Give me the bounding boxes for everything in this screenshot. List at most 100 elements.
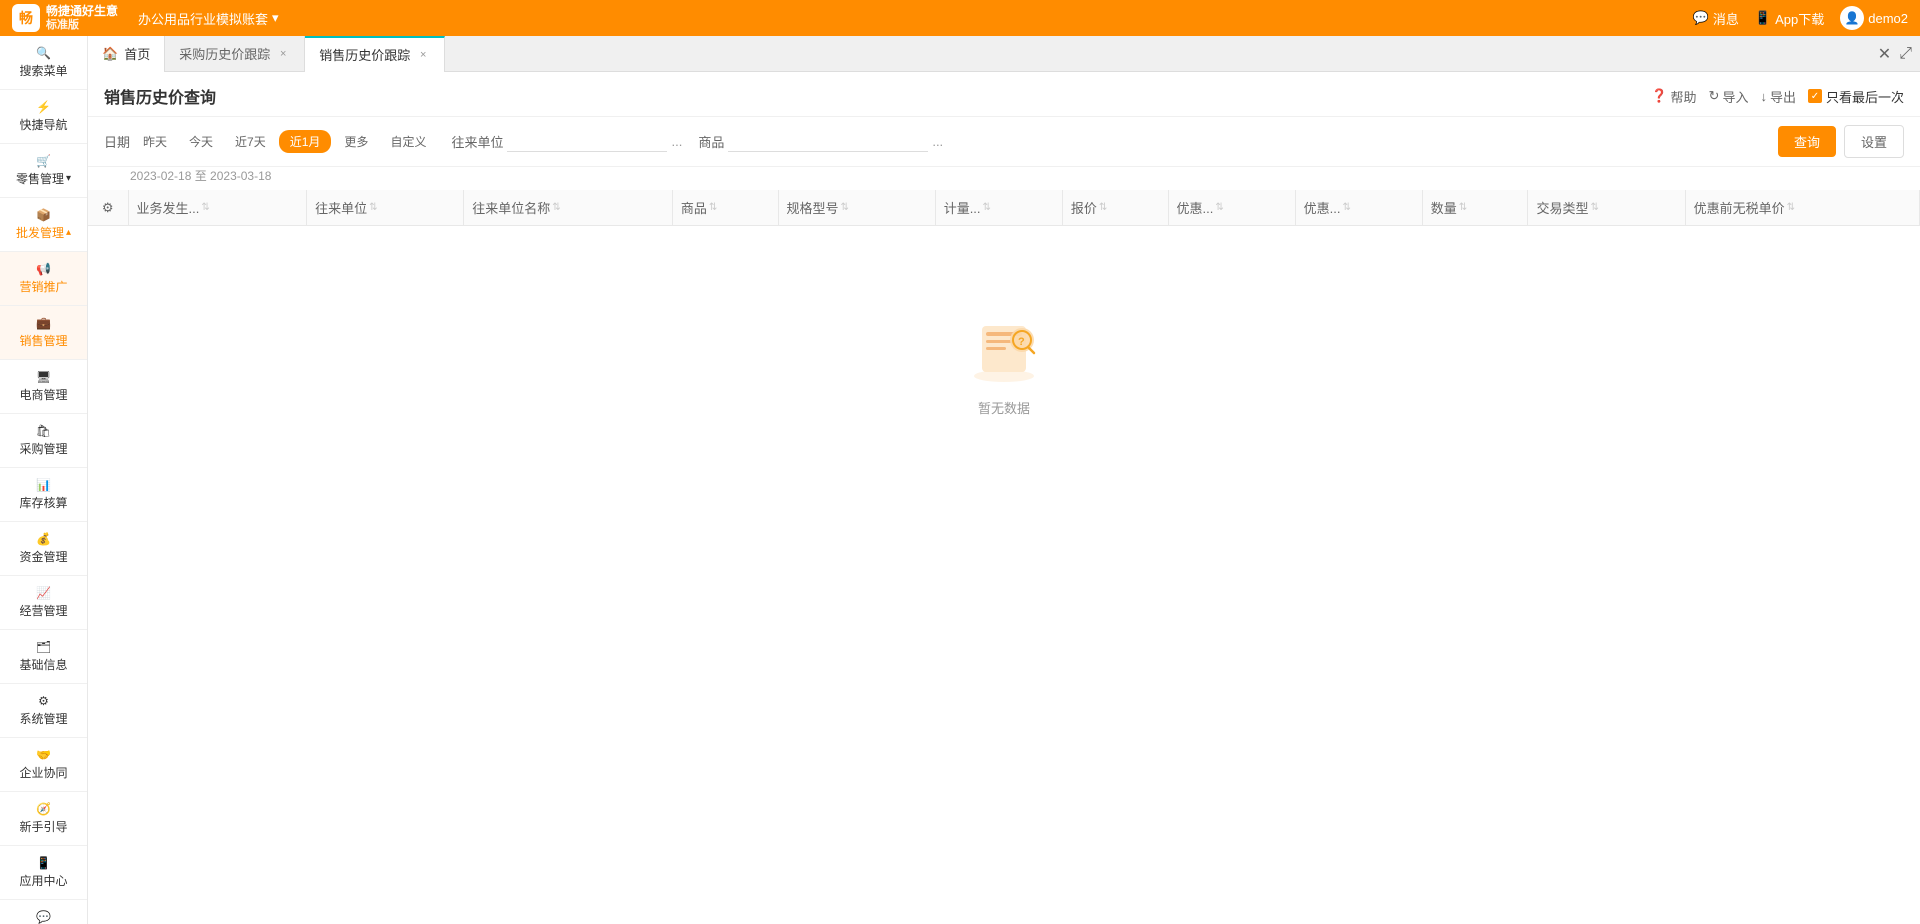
th-trade-type-label: 交易类型 [1536, 198, 1588, 217]
tab-home[interactable]: 🏠 首页 [88, 36, 165, 72]
tab-bar: 🏠 首页 采购历史价跟踪 × 销售历史价跟踪 × ✕ ⤢ [88, 36, 1920, 72]
empty-text: 暂无数据 [978, 398, 1030, 417]
wechat-icon: 💬 [36, 910, 51, 924]
logo-area: 畅 畅捷通好生意 标准版 [12, 4, 118, 32]
sidebar-item-operations[interactable]: 📈 经营管理 [0, 576, 87, 630]
th-partner-code[interactable]: 往来单位⇅ [307, 190, 464, 226]
tab-purchase-history[interactable]: 采购历史价跟踪 × [165, 36, 305, 72]
search-icon: 🔍 [36, 46, 51, 60]
sidebar-item-guide[interactable]: 🧭 新手引导 [0, 792, 87, 846]
sidebar-item-marketing[interactable]: 📢 营销推广 [0, 252, 87, 306]
date-range-row: 2023-02-18 至 2023-03-18 [88, 167, 1920, 190]
tab-bar-right: ✕ ⤢ [1878, 44, 1920, 64]
page-content: 销售历史价查询 ❓ 帮助 ↻ 导入 ↓ [88, 72, 1920, 924]
th-settings[interactable]: ⚙ [88, 190, 128, 226]
th-partner-name[interactable]: 往来单位名称⇅ [464, 190, 673, 226]
th-partner-name-label: 往来单位名称 [472, 198, 550, 217]
sidebar-item-search[interactable]: 🔍 搜索菜单 [0, 36, 87, 90]
app-title-dropdown[interactable]: 办公用品行业模拟账套 ▾ [138, 9, 279, 28]
sidebar-item-purchase[interactable]: 🛍 采购管理 [0, 414, 87, 468]
th-spec[interactable]: 规格型号⇅ [778, 190, 935, 226]
top-bar-right: 💬 消息 📱 App下载 👤 demo2 [1693, 6, 1908, 30]
sidebar-item-search-label: 搜索菜单 [19, 62, 67, 79]
partner-input[interactable] [507, 132, 667, 152]
wholesale-icon: 📦 [36, 208, 51, 222]
sidebar-item-inventory[interactable]: 📊 库存核算 [0, 468, 87, 522]
sidebar-item-quick-nav-label: 快捷导航 [19, 116, 67, 133]
partner-search-dots[interactable]: ... [671, 134, 682, 149]
export-button[interactable]: ↓ 导出 [1760, 87, 1796, 106]
product-field: 商品 ... [698, 132, 943, 152]
help-icon: ❓ [1651, 88, 1667, 104]
th-pretax-price[interactable]: 优惠前无税单价⇅ [1685, 190, 1919, 226]
retail-arrow-icon: ▾ [66, 173, 71, 184]
th-quantity[interactable]: 数量⇅ [1422, 190, 1528, 226]
table-settings-icon[interactable]: ⚙ [102, 200, 114, 215]
sidebar-item-apps[interactable]: 📱 应用中心 [0, 846, 87, 900]
inventory-icon: 📊 [36, 478, 51, 492]
date-option-yesterday[interactable]: 昨天 [134, 130, 176, 153]
th-product-label: 商品 [681, 198, 707, 217]
sidebar-item-finance[interactable]: 💰 资金管理 [0, 522, 87, 576]
th-quantity-label: 数量 [1431, 198, 1457, 217]
ecommerce-icon: 🖥 [36, 370, 51, 384]
sidebar-item-quick-nav[interactable]: ⚡ 快捷导航 [0, 90, 87, 144]
filter-toolbar: 日期 昨天 今天 近7天 近1月 更多 自定义 往来单位 ... 商品 [88, 117, 1920, 167]
tab-purchase-history-close[interactable]: × [276, 47, 290, 61]
date-option-1month[interactable]: 近1月 [279, 130, 332, 153]
product-search-dots[interactable]: ... [932, 134, 943, 149]
sidebar-item-wholesale-label: 批发管理▴ [16, 224, 71, 241]
message-icon: 💬 [1693, 10, 1709, 26]
th-price[interactable]: 报价⇅ [1062, 190, 1168, 226]
top-bar-center: 办公用品行业模拟账套 ▾ [118, 9, 1693, 28]
sidebar-item-basic-info[interactable]: 🗂 基础信息 [0, 630, 87, 684]
th-discount2[interactable]: 优惠...⇅ [1295, 190, 1422, 226]
logo-icon: 畅 [12, 4, 40, 32]
sidebar-item-retail[interactable]: 🛒 零售管理▾ [0, 144, 87, 198]
sort-price-icon: ⇅ [1099, 202, 1107, 213]
date-range-display: 2023-02-18 至 2023-03-18 [130, 167, 271, 184]
th-discount1-label: 优惠... [1177, 198, 1214, 217]
user-menu[interactable]: 👤 demo2 [1840, 6, 1908, 30]
query-button[interactable]: 查询 [1778, 126, 1836, 157]
only-last-checkbox[interactable] [1808, 89, 1822, 103]
th-unit[interactable]: 计量...⇅ [935, 190, 1062, 226]
sort-trade-type-icon: ⇅ [1590, 202, 1598, 213]
sidebar-item-ecommerce[interactable]: 🖥 电商管理 [0, 360, 87, 414]
sort-pretax-price-icon: ⇅ [1787, 202, 1795, 213]
app-download-button[interactable]: 📱 App下载 [1755, 9, 1824, 28]
tab-sales-history[interactable]: 销售历史价跟踪 × [305, 36, 445, 72]
tab-maximize-button[interactable]: ⤢ [1899, 45, 1912, 63]
sidebar-item-sales-mgmt[interactable]: 💼 销售管理 [0, 306, 87, 360]
purchase-icon: 🛍 [36, 424, 51, 438]
wholesale-arrow-icon: ▴ [66, 227, 71, 238]
date-option-custom[interactable]: 自定义 [381, 130, 435, 153]
settings-button[interactable]: 设置 [1844, 125, 1904, 158]
date-option-7days[interactable]: 近7天 [226, 130, 275, 153]
th-product[interactable]: 商品⇅ [672, 190, 778, 226]
th-discount1[interactable]: 优惠...⇅ [1168, 190, 1295, 226]
message-label: 消息 [1713, 9, 1739, 28]
tab-close-all-button[interactable]: ✕ [1878, 44, 1891, 64]
sidebar-item-wechat[interactable]: 💬 企业微信 [0, 900, 87, 924]
th-trade-type[interactable]: 交易类型⇅ [1528, 190, 1685, 226]
th-partner-code-label: 往来单位 [315, 198, 367, 217]
help-button[interactable]: ❓ 帮助 [1651, 87, 1696, 106]
th-biz-date[interactable]: 业务发生...⇅ [128, 190, 307, 226]
sidebar-item-system[interactable]: ⚙ 系统管理 [0, 684, 87, 738]
empty-icon: ? [964, 306, 1044, 386]
sidebar-item-inventory-label: 库存核算 [19, 494, 67, 511]
message-button[interactable]: 💬 消息 [1693, 9, 1739, 28]
page-title: 销售历史价查询 [104, 84, 216, 108]
apps-icon: 📱 [36, 856, 51, 870]
product-input[interactable] [728, 132, 928, 152]
th-unit-label: 计量... [944, 198, 981, 217]
only-last-checkbox-label[interactable]: 只看最后一次 [1808, 87, 1904, 106]
tab-sales-history-close[interactable]: × [416, 48, 430, 62]
date-option-more[interactable]: 更多 [335, 130, 377, 153]
date-option-today[interactable]: 今天 [180, 130, 222, 153]
sort-product-icon: ⇅ [709, 202, 717, 213]
sidebar-item-wholesale[interactable]: 📦 批发管理▴ [0, 198, 87, 252]
import-button[interactable]: ↻ 导入 [1709, 87, 1749, 106]
sidebar-item-enterprise[interactable]: 🤝 企业协同 [0, 738, 87, 792]
